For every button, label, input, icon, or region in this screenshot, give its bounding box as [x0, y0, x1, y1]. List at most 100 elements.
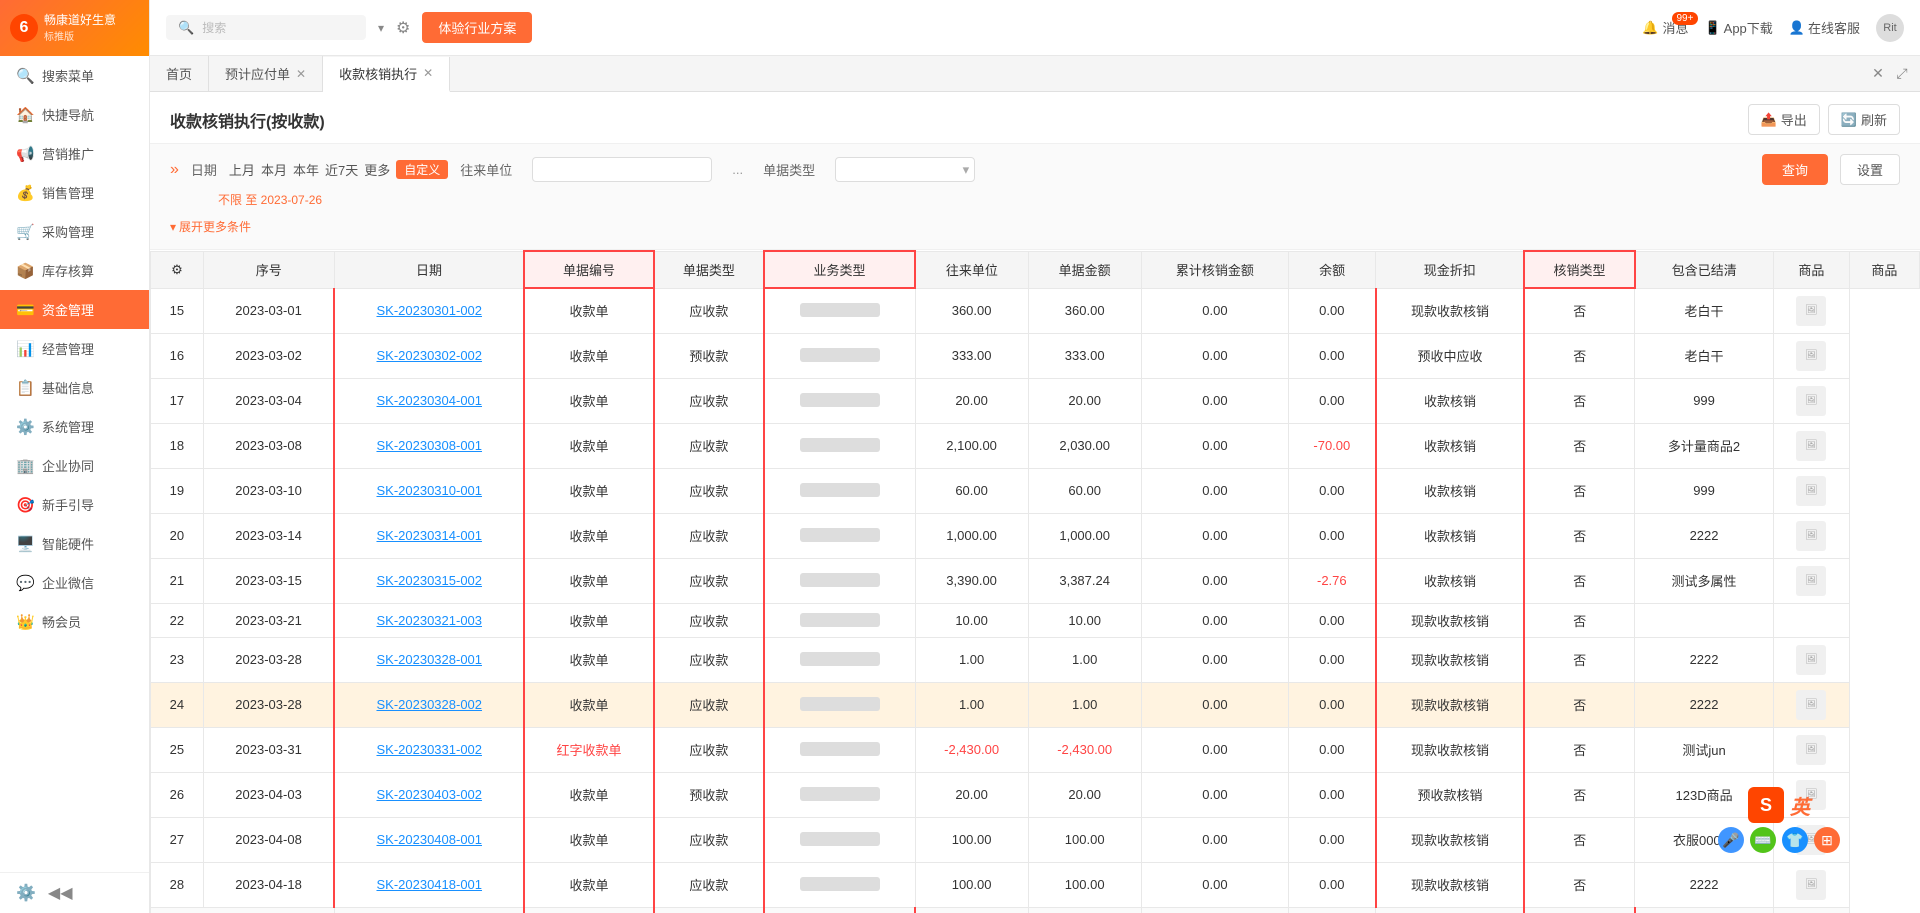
table-row[interactable]: 15 2023-03-01 SK-20230301-002 收款单 应收款 36…: [151, 288, 1920, 333]
maximize-button[interactable]: ⤢: [1892, 64, 1912, 84]
expand-arrow[interactable]: »: [170, 161, 179, 179]
sidebar-item-member[interactable]: 👑 畅会员: [0, 602, 149, 641]
inventory-icon: 📦: [16, 262, 34, 280]
cell-doc-type: 收款单: [524, 682, 654, 727]
shirt-icon[interactable]: 👕: [1782, 827, 1808, 853]
table-row[interactable]: 26 2023-04-03 SK-20230403-002 收款单 预收款 20…: [151, 772, 1920, 817]
enterprise-icon: 🏢: [16, 457, 34, 475]
sidebar-item-guide[interactable]: 🎯 新手引导: [0, 485, 149, 524]
table-row[interactable]: 21 2023-03-15 SK-20230315-002 收款单 应收款 3,…: [151, 558, 1920, 603]
custom-btn[interactable]: 自定义: [396, 160, 448, 179]
cell-doc-no[interactable]: SK-20230301-002: [334, 288, 524, 333]
doc-type-select[interactable]: [835, 157, 975, 182]
cell-doc-no[interactable]: SK-20230302-002: [334, 333, 524, 378]
col-balance-header: 余额: [1289, 251, 1376, 288]
cell-biz-type: 应收款: [654, 468, 764, 513]
sidebar-item-system[interactable]: ⚙️ 系统管理: [0, 407, 149, 446]
cell-include-settled: 否: [1524, 558, 1634, 603]
sidebar-item-finance[interactable]: 💳 资金管理: [0, 290, 149, 329]
expand-conditions-btn[interactable]: ▾ 展开更多条件: [170, 218, 1900, 235]
cell-partner: [764, 468, 915, 513]
cell-doc-no[interactable]: SK-20230310-001: [334, 468, 524, 513]
sidebar-item-enterprise[interactable]: 🏢 企业协同: [0, 446, 149, 485]
table-row[interactable]: 16 2023-03-02 SK-20230302-002 收款单 预收款 33…: [151, 333, 1920, 378]
sidebar-item-sales[interactable]: 💰 销售管理: [0, 173, 149, 212]
filter-bar: » 日期 上月 本月 本年 近7天 更多 自定义 往来单位 ... 单据类型: [150, 144, 1920, 250]
settings-icon[interactable]: ⚙️: [16, 883, 36, 903]
table-row[interactable]: 18 2023-03-08 SK-20230308-001 收款单 应收款 2,…: [151, 423, 1920, 468]
grid-icon[interactable]: ⌨️: [1750, 827, 1776, 853]
sidebar-item-wechat[interactable]: 💬 企业微信: [0, 563, 149, 602]
setting-button[interactable]: 设置: [1840, 154, 1900, 185]
cell-doc-no[interactable]: SK-20230328-001: [334, 637, 524, 682]
query-button[interactable]: 查询: [1762, 154, 1828, 185]
cell-doc-no[interactable]: SK-20230331-002: [334, 727, 524, 772]
phone-icon: 📱: [1704, 20, 1720, 36]
sidebar-item-hardware[interactable]: 🖥️ 智能硬件: [0, 524, 149, 563]
tab-close-receipt-verify[interactable]: ✕: [423, 66, 433, 80]
export-icon: 📤: [1761, 112, 1777, 128]
table-row[interactable]: 28 2023-04-18 SK-20230418-001 收款单 应收款 10…: [151, 862, 1920, 907]
cell-doc-type: 红字收款单: [524, 727, 654, 772]
last-month-btn[interactable]: 上月: [229, 160, 255, 179]
table-row[interactable]: 22 2023-03-21 SK-20230321-003 收款单 应收款 10…: [151, 603, 1920, 637]
sidebar-label-quick-nav: 快捷导航: [42, 105, 94, 124]
partner-value: [800, 438, 880, 452]
sidebar-item-quick-nav[interactable]: 🏠 快捷导航: [0, 95, 149, 134]
table-row[interactable]: 20 2023-03-14 SK-20230314-001 收款单 应收款 1,…: [151, 513, 1920, 558]
app-download-link[interactable]: 📱 App下载: [1704, 18, 1772, 37]
tab-close-pre-apply[interactable]: ✕: [296, 67, 306, 81]
avatar[interactable]: Rit: [1876, 14, 1904, 42]
table-row[interactable]: 25 2023-03-31 SK-20230331-002 红字收款单 应收款 …: [151, 727, 1920, 772]
close-tab-button[interactable]: ✕: [1868, 64, 1888, 84]
this-month-btn[interactable]: 本月: [261, 160, 287, 179]
refresh-button[interactable]: 🔄 刷新: [1828, 104, 1900, 135]
sidebar-item-inventory[interactable]: 📦 库存核算: [0, 251, 149, 290]
cell-doc-no[interactable]: SK-20230308-001: [334, 423, 524, 468]
tab-pre-apply[interactable]: 预计应付单 ✕: [209, 56, 323, 91]
collapse-icon[interactable]: ◀◀: [48, 883, 73, 903]
doc-type-label: 单据类型: [763, 160, 815, 179]
app-name: 畅康道好生意: [44, 13, 116, 29]
sidebar-item-marketing[interactable]: 📢 营销推广: [0, 134, 149, 173]
hardware-icon: 🖥️: [16, 535, 34, 553]
cell-product: 测试多属性: [1635, 558, 1774, 603]
cell-no: 16: [151, 333, 204, 378]
table-row[interactable]: 27 2023-04-08 SK-20230408-001 收款单 应收款 10…: [151, 817, 1920, 862]
cell-doc-no[interactable]: SK-20230314-001: [334, 513, 524, 558]
table-row[interactable]: 24 2023-03-28 SK-20230328-002 收款单 应收款 1.…: [151, 682, 1920, 727]
cell-doc-no[interactable]: SK-20230315-002: [334, 558, 524, 603]
table-row[interactable]: 23 2023-03-28 SK-20230328-001 收款单 应收款 1.…: [151, 637, 1920, 682]
col-settings-header[interactable]: ⚙: [151, 251, 204, 288]
last7-btn[interactable]: 近7天: [325, 160, 358, 179]
table-row[interactable]: 17 2023-03-04 SK-20230304-001 收款单 应收款 20…: [151, 378, 1920, 423]
chevron-down-icon[interactable]: ▾: [378, 21, 384, 35]
cell-doc-no[interactable]: SK-20230403-002: [334, 772, 524, 817]
this-year-btn[interactable]: 本年: [293, 160, 319, 179]
logo-icon: 6: [10, 14, 38, 42]
cell-doc-no[interactable]: SK-20230328-002: [334, 682, 524, 727]
export-button[interactable]: 📤 导出: [1748, 104, 1820, 135]
table-row[interactable]: 19 2023-03-10 SK-20230310-001 收款单 应收款 60…: [151, 468, 1920, 513]
apps-icon[interactable]: ⊞: [1814, 827, 1840, 853]
online-service-link[interactable]: 👤 在线客服: [1789, 18, 1860, 37]
sidebar-item-purchase[interactable]: 🛒 采购管理: [0, 212, 149, 251]
mic-icon[interactable]: 🎤: [1718, 827, 1744, 853]
main-content: 🔍 搜索 ▾ ⚙ 体验行业方案 🔔 消息 99+ 📱 App下载 👤 在线客服 …: [150, 0, 1920, 913]
tab-receipt-verify[interactable]: 收款核销执行 ✕: [323, 57, 450, 92]
cell-doc-type: 收款单: [524, 378, 654, 423]
cell-doc-no[interactable]: SK-20230304-001: [334, 378, 524, 423]
basic-info-icon: 📋: [16, 379, 34, 397]
notification-area[interactable]: 🔔 消息 99+: [1642, 18, 1688, 37]
sidebar-item-basic-info[interactable]: 📋 基础信息: [0, 368, 149, 407]
cell-doc-no[interactable]: SK-20230408-001: [334, 817, 524, 862]
industry-solution-button[interactable]: 体验行业方案: [422, 12, 532, 43]
more-btn[interactable]: 更多: [364, 160, 390, 179]
cell-doc-no[interactable]: SK-20230418-001: [334, 862, 524, 907]
cell-doc-no[interactable]: SK-20230321-003: [334, 603, 524, 637]
gear-icon[interactable]: ⚙: [396, 18, 410, 38]
tab-home[interactable]: 首页: [150, 56, 209, 91]
partner-input[interactable]: [532, 157, 712, 182]
sidebar-item-search[interactable]: 🔍 搜索菜单: [0, 56, 149, 95]
sidebar-item-operations[interactable]: 📊 经营管理: [0, 329, 149, 368]
